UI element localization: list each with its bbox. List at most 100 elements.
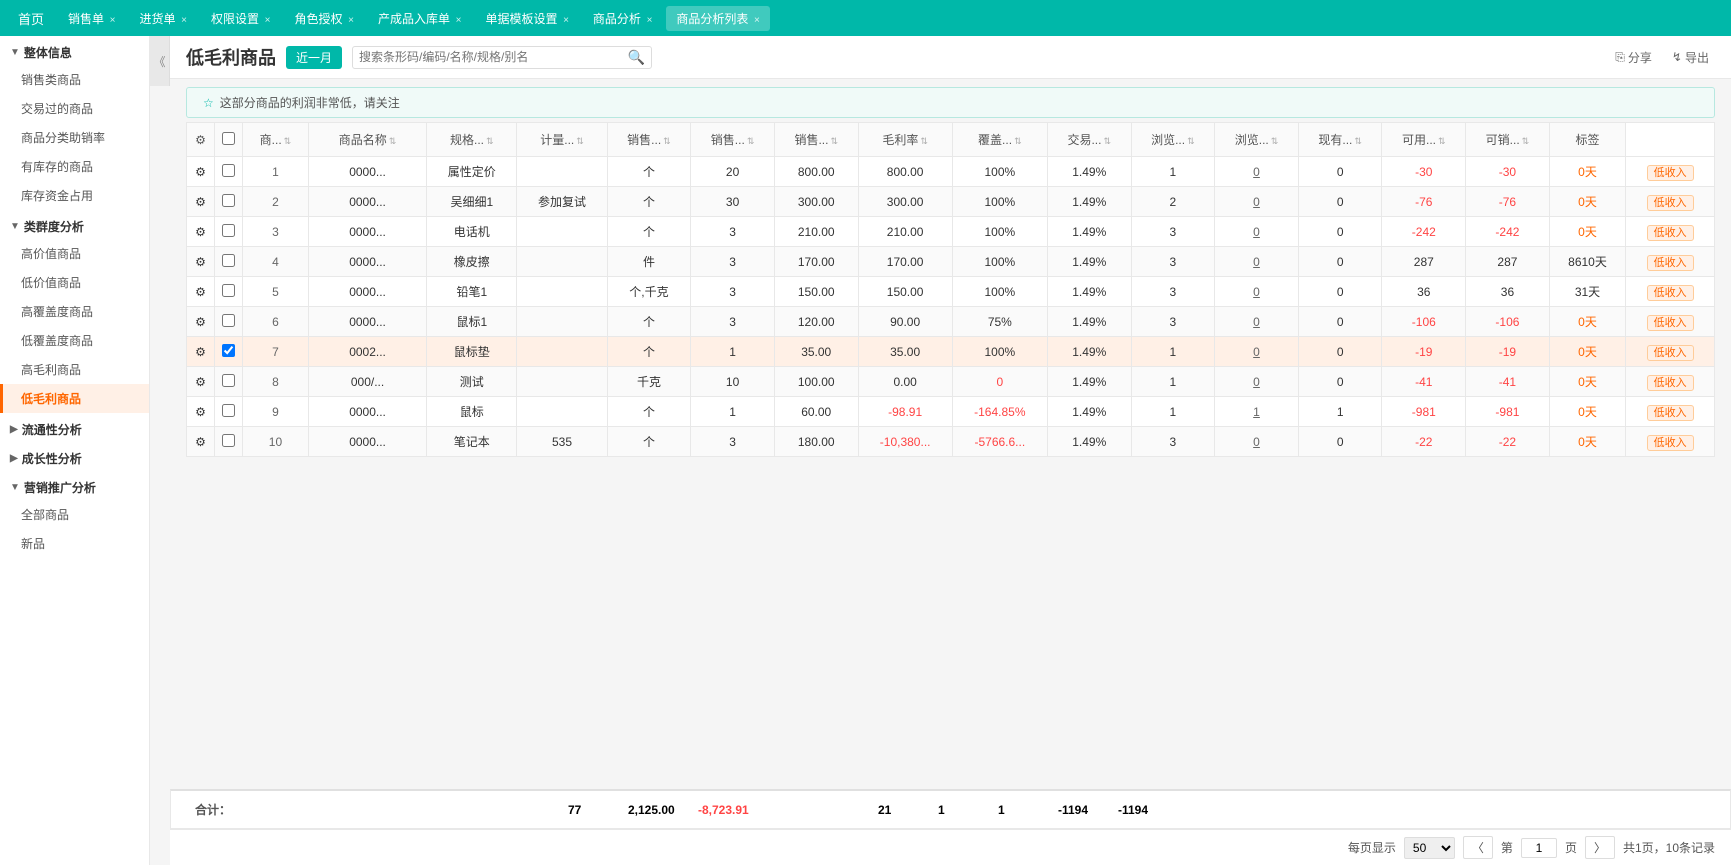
nav-close-sales[interactable]: × [110,15,116,26]
cell-checkbox[interactable] [215,277,243,307]
row-checkbox[interactable] [222,344,235,357]
row-checkbox[interactable] [222,314,235,327]
cell-settings[interactable]: ⚙ [187,247,215,277]
cell-settings[interactable]: ⚙ [187,427,215,457]
sidebar-item-low-value[interactable]: 低价值商品 [0,268,149,297]
nav-close-analysis-list[interactable]: × [754,15,760,26]
sidebar-item-low-coverage[interactable]: 低覆盖度商品 [0,326,149,355]
sidebar-item-category-rate[interactable]: 商品分类助销率 [0,123,149,152]
next-page-btn[interactable]: 〉 [1585,836,1615,859]
cell-checkbox[interactable] [215,247,243,277]
th-sales-profit[interactable]: 销售...⇅ [774,123,858,157]
cell-settings[interactable]: ⚙ [187,157,215,187]
sidebar-item-sales-goods[interactable]: 销售类商品 [0,65,149,94]
row-checkbox[interactable] [222,254,235,267]
cell-view1[interactable]: 0 [1215,427,1299,457]
th-name[interactable]: 商品名称⇅ [308,123,426,157]
cell-settings[interactable]: ⚙ [187,337,215,367]
th-view1[interactable]: 浏览...⇅ [1131,123,1215,157]
row-checkbox[interactable] [222,224,235,237]
th-current[interactable]: 现有...⇅ [1298,123,1382,157]
nav-close-product-entry[interactable]: × [456,15,462,26]
sidebar-item-high-value[interactable]: 高价值商品 [0,239,149,268]
search-box[interactable]: 🔍 [352,46,652,69]
th-unit[interactable]: 计量...⇅ [517,123,607,157]
cell-view1[interactable]: 1 [1215,397,1299,427]
view1-link[interactable]: 0 [1253,285,1260,299]
cell-settings[interactable]: ⚙ [187,277,215,307]
cell-checkbox[interactable] [215,187,243,217]
nav-home[interactable]: 首页 [8,5,54,32]
sidebar-item-all-goods[interactable]: 全部商品 [0,500,149,529]
sidebar-item-traded-goods[interactable]: 交易过的商品 [0,94,149,123]
nav-analysis-list[interactable]: 商品分析列表 × [666,6,769,31]
th-available[interactable]: 可用...⇅ [1382,123,1466,157]
filter-btn[interactable]: 近一月 [286,46,342,69]
nav-close-role[interactable]: × [348,15,354,26]
sidebar-collapse-btn[interactable]: 《 [150,36,170,86]
nav-close-analysis[interactable]: × [647,15,653,26]
sidebar-item-stocked-goods[interactable]: 有库存的商品 [0,152,149,181]
cell-settings[interactable]: ⚙ [187,187,215,217]
th-sales-qty[interactable]: 销售...⇅ [607,123,691,157]
view1-link[interactable]: 0 [1253,255,1260,269]
nav-sales[interactable]: 销售单 × [58,6,125,31]
view1-link[interactable]: 0 [1253,195,1260,209]
nav-role[interactable]: 角色授权 × [284,6,363,31]
sidebar-group-marketing[interactable]: ▼ 营销推广分析 [0,471,149,500]
th-gross-rate[interactable]: 毛利率⇅ [858,123,952,157]
sidebar-item-new-goods[interactable]: 新品 [0,529,149,558]
view1-link[interactable]: 0 [1253,225,1260,239]
page-size-select[interactable]: 50 20 100 200 [1404,837,1455,859]
sidebar-item-high-coverage[interactable]: 高覆盖度商品 [0,297,149,326]
sidebar-item-high-margin[interactable]: 高毛利商品 [0,355,149,384]
cell-checkbox[interactable] [215,427,243,457]
view1-link[interactable]: 0 [1253,315,1260,329]
cell-view1[interactable]: 0 [1215,367,1299,397]
nav-close-purchase[interactable]: × [181,15,187,26]
cell-view1[interactable]: 0 [1215,187,1299,217]
view1-link[interactable]: 0 [1253,165,1260,179]
sidebar-item-inventory-capital[interactable]: 库存资金占用 [0,181,149,210]
cell-view1[interactable]: 0 [1215,337,1299,367]
cell-checkbox[interactable] [215,157,243,187]
row-checkbox[interactable] [222,374,235,387]
cell-settings[interactable]: ⚙ [187,217,215,247]
search-input[interactable] [359,50,628,64]
sidebar-group-liquidity[interactable]: ▶ 流通性分析 [0,413,149,442]
page-input[interactable] [1521,838,1557,858]
row-checkbox[interactable] [222,164,235,177]
cell-checkbox[interactable] [215,337,243,367]
row-checkbox[interactable] [222,404,235,417]
view1-link[interactable]: 0 [1253,435,1260,449]
nav-close-permission[interactable]: × [265,15,271,26]
view1-link[interactable]: 0 [1253,375,1260,389]
cell-settings[interactable]: ⚙ [187,397,215,427]
cell-view1[interactable]: 0 [1215,307,1299,337]
sidebar-group-overall[interactable]: ▼ 整体信息 [0,36,149,65]
view1-link[interactable]: 0 [1253,345,1260,359]
cell-view1[interactable]: 0 [1215,217,1299,247]
cell-settings[interactable]: ⚙ [187,307,215,337]
cell-settings[interactable]: ⚙ [187,367,215,397]
th-checkbox[interactable] [215,123,243,157]
prev-page-btn[interactable]: 〈 [1463,836,1493,859]
th-coverage[interactable]: 覆盖...⇅ [952,123,1047,157]
nav-analysis[interactable]: 商品分析 × [583,6,662,31]
cell-view1[interactable]: 0 [1215,157,1299,187]
sidebar-group-growth[interactable]: ▶ 成长性分析 [0,442,149,471]
sidebar-item-low-margin[interactable]: 低毛利商品 [0,384,149,413]
row-checkbox[interactable] [222,194,235,207]
view1-link[interactable]: 1 [1253,405,1260,419]
nav-purchase[interactable]: 进货单 × [130,6,197,31]
th-settings[interactable]: ⚙ [187,123,215,157]
th-spec[interactable]: 规格...⇅ [427,123,517,157]
th-transaction[interactable]: 交易...⇅ [1047,123,1131,157]
nav-template[interactable]: 单据模板设置 × [475,6,578,31]
th-code[interactable]: 商...⇅ [243,123,309,157]
cell-view1[interactable]: 0 [1215,247,1299,277]
th-sales-price[interactable]: 销售...⇅ [691,123,775,157]
cell-checkbox[interactable] [215,307,243,337]
cell-view1[interactable]: 0 [1215,277,1299,307]
row-checkbox[interactable] [222,434,235,447]
